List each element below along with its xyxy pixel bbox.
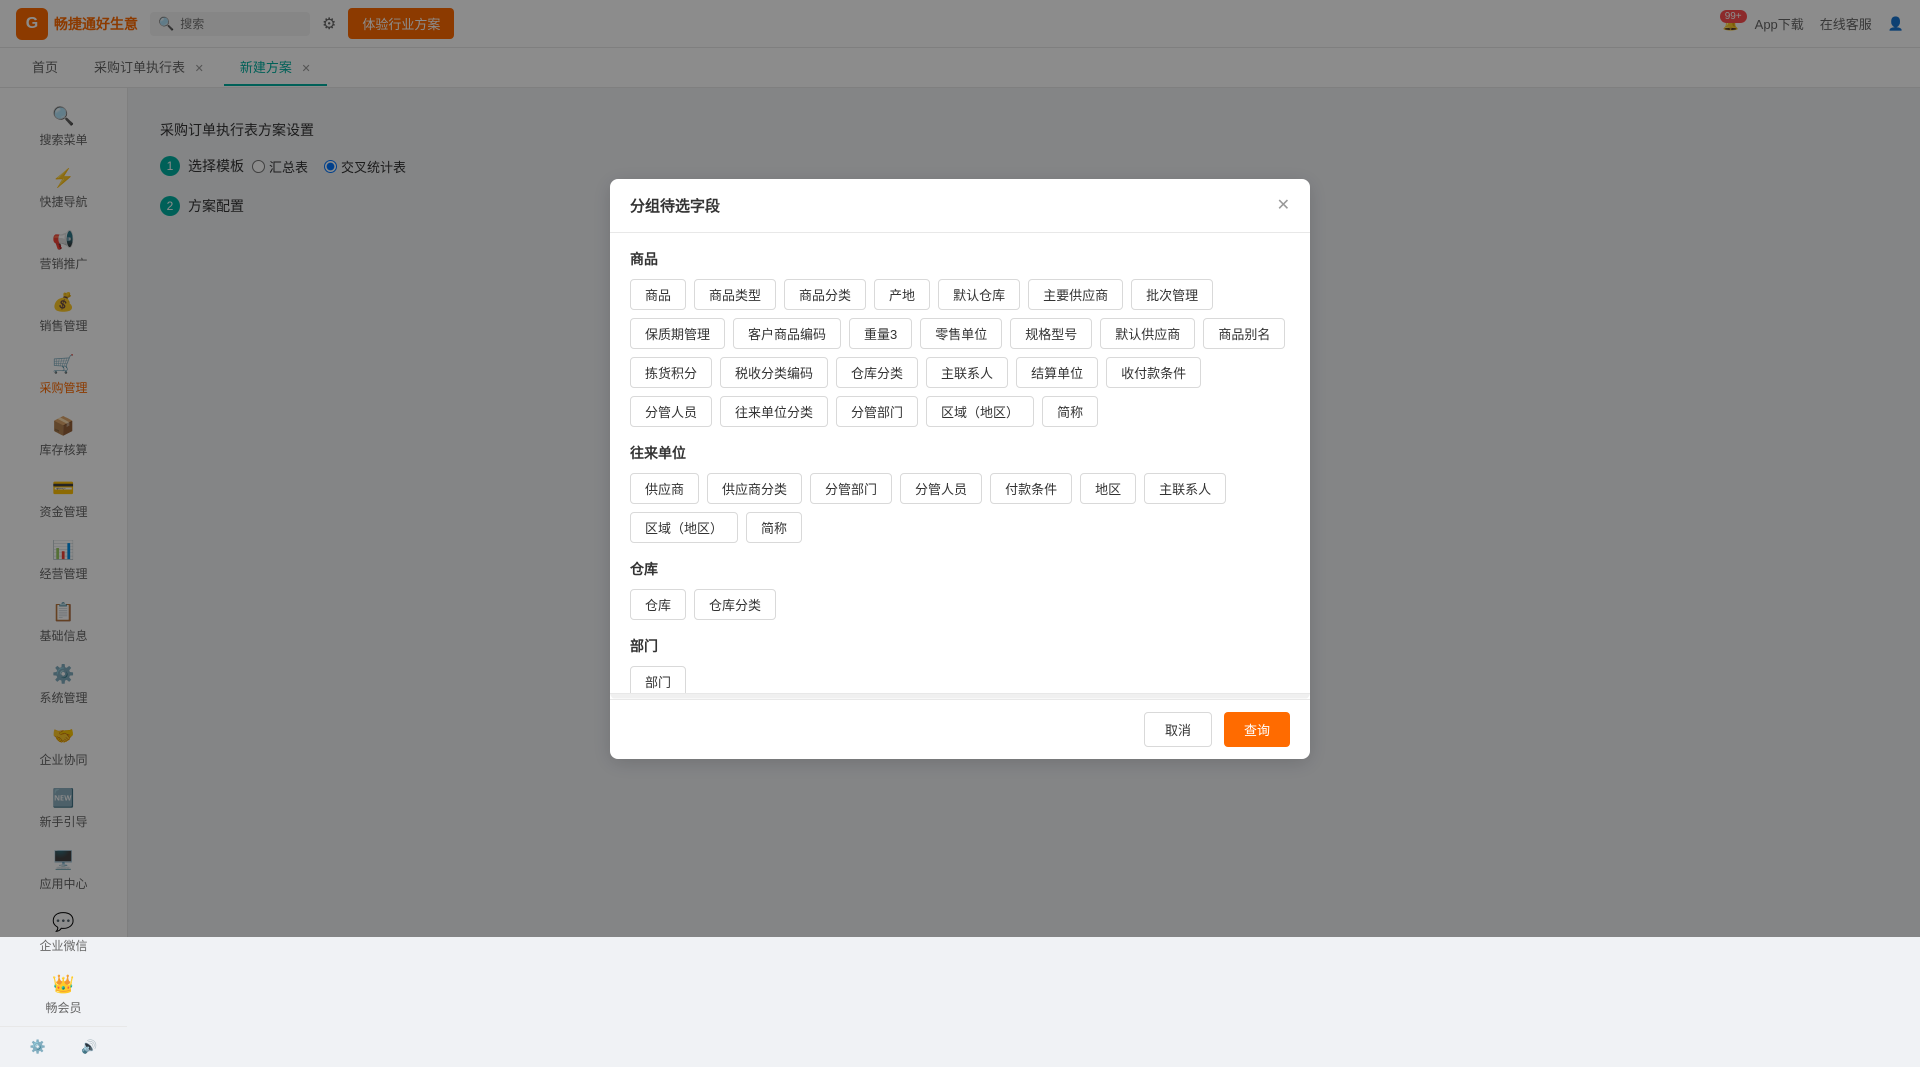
field-spec-model[interactable]: 规格型号	[1010, 318, 1092, 349]
field-payment-terms[interactable]: 收付款条件	[1106, 357, 1201, 388]
field-batch-mgmt[interactable]: 批次管理	[1131, 279, 1213, 310]
field-abbr-goods[interactable]: 简称	[1042, 396, 1098, 427]
modal-body: 商品 商品 商品类型 商品分类 产地 默认仓库 主要供应商 批次管理 保质期管理…	[610, 233, 1310, 693]
section-title-dept: 部门	[630, 636, 1290, 656]
section-title-warehouse: 仓库	[630, 559, 1290, 579]
cancel-button[interactable]: 取消	[1144, 712, 1212, 747]
modal-header: 分组待选字段 ✕	[610, 179, 1310, 233]
field-goods[interactable]: 商品	[630, 279, 686, 310]
main-layout: 🔍 搜索菜单 ⚡ 快捷导航 📢 营销推广 💰 销售管理 🛒 采购管理 📦 库存核…	[0, 88, 1920, 937]
field-origin[interactable]: 产地	[874, 279, 930, 310]
section-title-goods: 商品	[630, 249, 1290, 269]
field-default-supplier[interactable]: 默认供应商	[1100, 318, 1195, 349]
field-warehouse-category[interactable]: 仓库分类	[694, 589, 776, 620]
sidebar-settings-icon[interactable]: ⚙️	[30, 1039, 46, 1055]
modal-overlay: 分组待选字段 ✕ 商品 商品 商品类型 商品分类 产地 默认仓库 主要供应商 批…	[128, 88, 1920, 937]
field-weight3[interactable]: 重量3	[849, 318, 912, 349]
field-area-party[interactable]: 区域（地区）	[630, 512, 738, 543]
field-warehouse-cat[interactable]: 仓库分类	[836, 357, 918, 388]
field-retail-unit[interactable]: 零售单位	[920, 318, 1002, 349]
field-select-modal: 分组待选字段 ✕ 商品 商品 商品类型 商品分类 产地 默认仓库 主要供应商 批…	[610, 179, 1310, 759]
field-expiry-mgmt[interactable]: 保质期管理	[630, 318, 725, 349]
member-icon: 👑	[52, 974, 74, 995]
sidebar-sound-icon[interactable]: 🔊	[81, 1039, 97, 1055]
field-contact-party[interactable]: 主联系人	[1144, 473, 1226, 504]
field-dept-mgmt[interactable]: 分管部门	[836, 396, 918, 427]
field-main-contact[interactable]: 主联系人	[926, 357, 1008, 388]
field-pick-points[interactable]: 拣货积分	[630, 357, 712, 388]
fields-grid-goods: 商品 商品类型 商品分类 产地 默认仓库 主要供应商 批次管理 保质期管理 客户…	[630, 279, 1290, 427]
field-warehouse[interactable]: 仓库	[630, 589, 686, 620]
sidebar-label-member: 畅会员	[45, 999, 81, 1016]
field-goods-type[interactable]: 商品类型	[694, 279, 776, 310]
field-default-warehouse[interactable]: 默认仓库	[938, 279, 1020, 310]
sidebar-bottom: ⚙️ 🔊	[0, 1026, 127, 1067]
field-dept-party[interactable]: 分管部门	[810, 473, 892, 504]
field-person-party[interactable]: 分管人员	[900, 473, 982, 504]
field-region-goods[interactable]: 区域（地区）	[926, 396, 1034, 427]
field-party-cat[interactable]: 往来单位分类	[720, 396, 828, 427]
modal-close-button[interactable]: ✕	[1277, 195, 1290, 215]
field-goods-alias[interactable]: 商品别名	[1203, 318, 1285, 349]
sidebar-item-member[interactable]: 👑 畅会员	[0, 964, 127, 1026]
fields-grid-party: 供应商 供应商分类 分管部门 分管人员 付款条件 地区 主联系人 区域（地区） …	[630, 473, 1290, 543]
field-payment-cond[interactable]: 付款条件	[990, 473, 1072, 504]
modal-footer: 取消 查询	[610, 699, 1310, 759]
field-region-party[interactable]: 地区	[1080, 473, 1136, 504]
main-content: 采购订单执行表方案设置 1 选择模板 汇总表 交叉统计表	[128, 88, 1920, 937]
fields-grid-dept: 部门	[630, 666, 1290, 693]
field-supplier[interactable]: 供应商	[630, 473, 699, 504]
confirm-button[interactable]: 查询	[1224, 712, 1290, 747]
field-dept[interactable]: 部门	[630, 666, 686, 693]
sidebar-label-wechat: 企业微信	[39, 937, 87, 954]
field-tax-code[interactable]: 税收分类编码	[720, 357, 828, 388]
field-goods-cat[interactable]: 商品分类	[784, 279, 866, 310]
field-responsible-person[interactable]: 分管人员	[630, 396, 712, 427]
field-main-supplier[interactable]: 主要供应商	[1028, 279, 1123, 310]
modal-title: 分组待选字段	[630, 195, 720, 216]
field-customer-code[interactable]: 客户商品编码	[733, 318, 841, 349]
fields-grid-warehouse: 仓库 仓库分类	[630, 589, 1290, 620]
field-supplier-cat[interactable]: 供应商分类	[707, 473, 802, 504]
field-abbr-party[interactable]: 简称	[746, 512, 802, 543]
field-settlement-unit[interactable]: 结算单位	[1016, 357, 1098, 388]
section-title-party: 往来单位	[630, 443, 1290, 463]
